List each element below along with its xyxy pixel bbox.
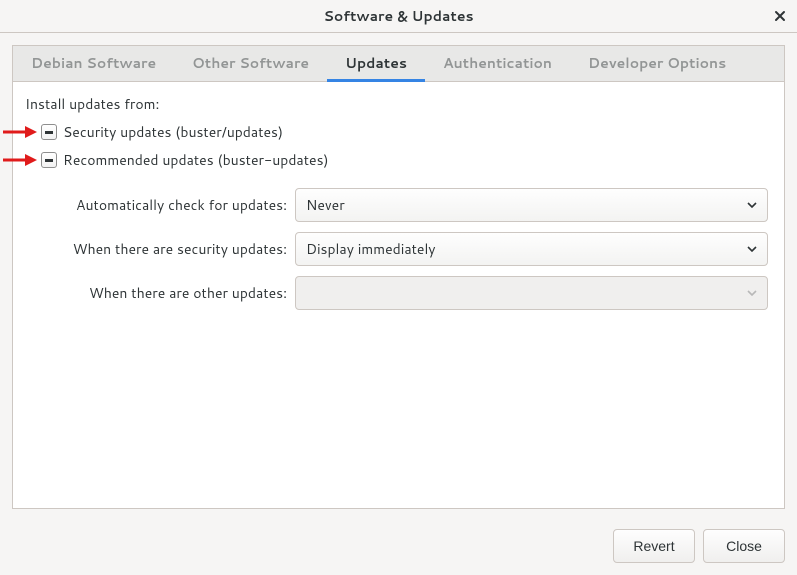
chevron-down-icon (747, 246, 757, 252)
tab-updates[interactable]: Updates (327, 46, 425, 82)
chevron-down-icon (747, 290, 757, 296)
close-icon[interactable] (771, 7, 789, 25)
other-updates-combo (295, 276, 768, 310)
auto-check-combo[interactable]: Never (295, 188, 768, 222)
close-button[interactable]: Close (703, 529, 785, 563)
security-updates-checkbox[interactable] (41, 124, 57, 140)
source-row-security: Security updates (buster/updates) (41, 122, 774, 142)
other-updates-label: When there are other updates: (23, 283, 295, 303)
annotation-arrow-icon (3, 125, 37, 139)
tab-label: Other Software (192, 53, 309, 73)
tab-developer-options[interactable]: Developer Options (570, 46, 744, 82)
tab-label: Debian Software (31, 53, 156, 73)
window-title: Software & Updates (323, 6, 473, 26)
revert-button[interactable]: Revert (613, 529, 695, 563)
updates-page: Install updates from: Security updates (… (13, 82, 784, 508)
chevron-down-icon (747, 202, 757, 208)
security-updates-label: When there are security updates: (23, 239, 295, 259)
main-panel: Debian Software Other Software Updates A… (12, 45, 785, 509)
tab-other-software[interactable]: Other Software (174, 46, 327, 82)
tab-debian-software[interactable]: Debian Software (13, 46, 174, 82)
titlebar: Software & Updates (0, 0, 797, 33)
recommended-updates-checkbox[interactable] (41, 152, 57, 168)
install-from-label: Install updates from: (25, 94, 774, 114)
tab-label: Updates (345, 53, 407, 73)
annotation-arrow-icon (3, 153, 37, 167)
tab-label: Authentication (443, 53, 552, 73)
tab-label: Developer Options (588, 53, 726, 73)
tab-bar: Debian Software Other Software Updates A… (13, 46, 784, 82)
source-row-recommended: Recommended updates (buster-updates) (41, 150, 774, 170)
source-label: Recommended updates (buster-updates) (63, 150, 329, 170)
combo-value: Never (306, 195, 345, 215)
auto-check-label: Automatically check for updates: (23, 195, 295, 215)
tab-authentication[interactable]: Authentication (425, 46, 570, 82)
source-label: Security updates (buster/updates) (63, 122, 283, 142)
combo-value: Display immediately (306, 239, 436, 259)
security-updates-combo[interactable]: Display immediately (295, 232, 768, 266)
dialog-footer: Revert Close (0, 521, 797, 575)
